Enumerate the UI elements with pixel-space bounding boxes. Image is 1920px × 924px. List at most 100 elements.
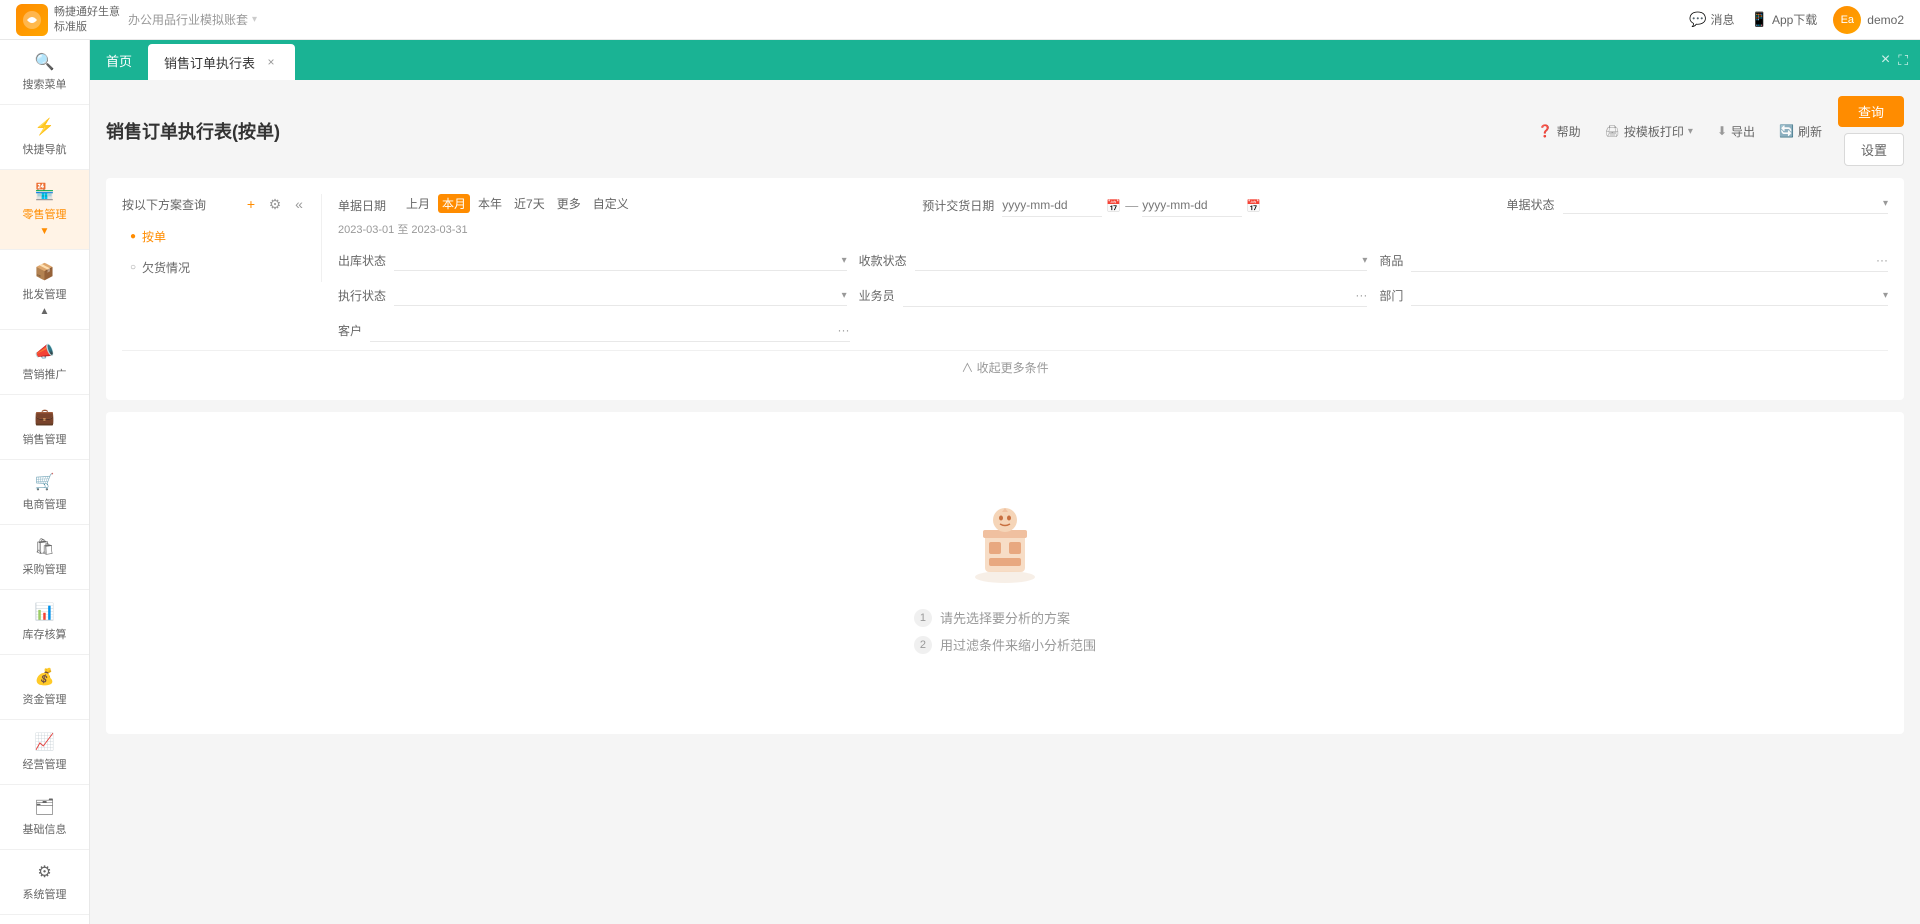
date-tab-7days[interactable]: 近7天 — [510, 194, 549, 213]
top-header: 畅捷通好生意 标准版 办公用品行业模拟账套 ▾ 💬 消息 📱 App下载 Ea … — [0, 0, 1920, 40]
collapse-icon: ∧ — [961, 361, 976, 375]
execution-status-select[interactable]: ▾ — [394, 286, 847, 306]
bill-status-field: 单据状态 ▾ — [1507, 194, 1889, 214]
sidebar-item-system[interactable]: ⚙ 系统管理 — [0, 850, 89, 915]
wholesale-icon: 📦 — [35, 262, 55, 282]
download-icon: 📱 — [1751, 11, 1768, 28]
receipt-status-field: 收款状态 ▾ — [859, 251, 1368, 271]
collapse-bar[interactable]: ∧ 收起更多条件 — [122, 350, 1888, 384]
refresh-icon: 🔄 — [1779, 124, 1794, 138]
breadcrumb[interactable]: 办公用品行业模拟账套 ▾ — [128, 11, 257, 28]
date-calendar-icon-end: 📅 — [1246, 199, 1261, 213]
main-layout: 🔍 搜索菜单 ⚡ 快捷导航 🏪 零售管理 ▼ 📦 批发管理 ▲ 📣 营销推广 💼… — [0, 40, 1920, 924]
header-right: 💬 消息 📱 App下载 Ea demo2 — [1689, 6, 1904, 34]
add-scheme-button[interactable]: + — [241, 194, 261, 214]
refresh-button[interactable]: 🔄 刷新 — [1771, 119, 1830, 144]
nav-item-shortage-icon: ○ — [130, 262, 136, 273]
department-field: 部门 ▾ — [1379, 286, 1888, 306]
settings-button[interactable]: 设置 — [1844, 133, 1904, 166]
export-button[interactable]: ⬇ 导出 — [1709, 119, 1763, 144]
empty-state: 1 请先选择要分析的方案 2 用过滤条件来缩小分析范围 — [106, 412, 1904, 734]
delivery-date-end[interactable] — [1142, 194, 1242, 217]
empty-steps: 1 请先选择要分析的方案 2 用过滤条件来缩小分析范围 — [914, 608, 1096, 654]
execution-status-arrow: ▾ — [842, 290, 847, 301]
sidebar-item-basic[interactable]: 🗂 基础信息 — [0, 785, 89, 850]
delivery-date-start[interactable] — [1002, 194, 1102, 217]
delivery-date-range: 📅 — 📅 — [1002, 194, 1261, 217]
date-tab-lastmonth[interactable]: 上月 — [402, 194, 434, 213]
sidebar-item-wholesale[interactable]: 📦 批发管理 ▲ — [0, 250, 89, 330]
delivery-status-arrow: ▾ — [842, 255, 847, 266]
sidebar-item-marketing[interactable]: 📣 营销推广 — [0, 330, 89, 395]
filter-right: 单据日期 上月 本月 本年 近7天 更多 自定义 — [322, 194, 1888, 346]
message-icon: 💬 — [1689, 11, 1706, 28]
goods-more-button[interactable]: ··· — [1876, 253, 1888, 267]
logo-area: 畅捷通好生意 标准版 — [16, 4, 120, 36]
delivery-status-select[interactable]: ▾ — [394, 251, 847, 271]
nav-item-order[interactable]: ● 按单 — [122, 222, 309, 251]
date-tab-thisyear[interactable]: 本年 — [474, 194, 506, 213]
nav-item-shortage[interactable]: ○ 欠货情况 — [122, 253, 309, 282]
query-button[interactable]: 查询 — [1838, 96, 1904, 127]
tab-sales-order[interactable]: 销售订单执行表 × — [148, 44, 295, 80]
goods-field: 商品 ··· — [1379, 249, 1888, 272]
window-expand-button[interactable]: ⛶ — [1898, 52, 1908, 69]
header-left: 畅捷通好生意 标准版 办公用品行业模拟账套 ▾ — [16, 4, 257, 36]
sidebar-item-finance[interactable]: 💰 资金管理 — [0, 655, 89, 720]
salesperson-more-button[interactable]: ··· — [1355, 288, 1367, 302]
page-title-bar: 销售订单执行表(按单) ❓ 帮助 🖨 按模板打印 ▾ ⬇ 导出 — [106, 96, 1904, 166]
tab-close-button[interactable]: × — [263, 54, 279, 70]
print-icon: 🖨 — [1605, 124, 1620, 138]
search-icon: 🔍 — [35, 52, 55, 72]
department-arrow: ▾ — [1883, 290, 1888, 301]
page-title: 销售订单执行表(按单) — [106, 118, 280, 144]
help-icon: ❓ — [1538, 124, 1553, 138]
filter-section: 按以下方案查询 + ⚙ « ● 按单 ○ 欠货 — [122, 194, 1888, 346]
purchase-icon: 🛍 — [34, 537, 54, 557]
sidebar-item-quicknav[interactable]: ⚡ 快捷导航 — [0, 105, 89, 170]
bill-status-arrow: ▾ — [1883, 198, 1888, 209]
quicknav-icon: ⚡ — [35, 117, 55, 137]
operations-icon: 📈 — [35, 732, 55, 752]
filter-panel: 按以下方案查询 + ⚙ « ● 按单 ○ 欠货 — [106, 178, 1904, 400]
user-menu[interactable]: Ea demo2 — [1833, 6, 1904, 34]
sidebar-item-retail[interactable]: 🏪 零售管理 ▼ — [0, 170, 89, 250]
customer-more-button[interactable]: ··· — [838, 323, 850, 337]
receipt-status-arrow: ▾ — [1362, 255, 1367, 266]
sidebar-item-enterprise[interactable]: 🏢 企业协同 — [0, 915, 89, 924]
expected-delivery-field: 预计交货日期 📅 — 📅 — [922, 194, 1494, 217]
scheme-collapse-button[interactable]: « — [289, 194, 309, 214]
date-tab-thismonth[interactable]: 本月 — [438, 194, 470, 213]
inventory-icon: 📊 — [35, 602, 55, 622]
date-tab-custom[interactable]: 自定义 — [589, 194, 633, 213]
empty-step-2: 2 用过滤条件来缩小分析范围 — [914, 635, 1096, 654]
ecommerce-icon: 🛒 — [35, 472, 55, 492]
help-button[interactable]: ❓ 帮助 — [1530, 119, 1589, 144]
content-area: 首页 销售订单执行表 × × ⛶ 销售订单执行表(按单) ❓ 帮助 — [90, 40, 1920, 924]
department-select[interactable]: ▾ — [1411, 286, 1888, 306]
date-tabs: 上月 本月 本年 近7天 更多 自定义 — [402, 194, 633, 213]
sidebar-item-sales[interactable]: 💼 销售管理 — [0, 395, 89, 460]
sidebar-item-operations[interactable]: 📈 经营管理 — [0, 720, 89, 785]
window-close-button[interactable]: × — [1881, 51, 1890, 69]
sidebar-item-purchase[interactable]: 🛍 采购管理 — [0, 525, 89, 590]
scheme-settings-button[interactable]: ⚙ — [265, 194, 285, 214]
sidebar: 🔍 搜索菜单 ⚡ 快捷导航 🏪 零售管理 ▼ 📦 批发管理 ▲ 📣 营销推广 💼… — [0, 40, 90, 924]
salesperson-field: 业务员 ··· — [859, 284, 1368, 307]
bill-status-select[interactable]: ▾ — [1563, 194, 1888, 214]
tab-home[interactable]: 首页 — [90, 40, 148, 80]
sidebar-item-ecommerce[interactable]: 🛒 电商管理 — [0, 460, 89, 525]
execution-status-field: 执行状态 ▾ — [338, 286, 847, 306]
filter-nav: ● 按单 ○ 欠货情况 — [122, 222, 309, 282]
receipt-status-select[interactable]: ▾ — [915, 251, 1368, 271]
basic-icon: 🗂 — [34, 797, 54, 817]
sidebar-item-search[interactable]: 🔍 搜索菜单 — [0, 40, 89, 105]
delivery-status-field: 出库状态 ▾ — [338, 251, 847, 271]
date-tab-more[interactable]: 更多 — [553, 194, 585, 213]
main-action-buttons: 查询 设置 — [1838, 96, 1904, 166]
window-controls: × ⛶ — [1881, 51, 1920, 69]
message-button[interactable]: 💬 消息 — [1689, 11, 1734, 28]
print-button[interactable]: 🖨 按模板打印 ▾ — [1597, 119, 1701, 144]
app-download-button[interactable]: 📱 App下载 — [1751, 11, 1818, 28]
sidebar-item-inventory[interactable]: 📊 库存核算 — [0, 590, 89, 655]
